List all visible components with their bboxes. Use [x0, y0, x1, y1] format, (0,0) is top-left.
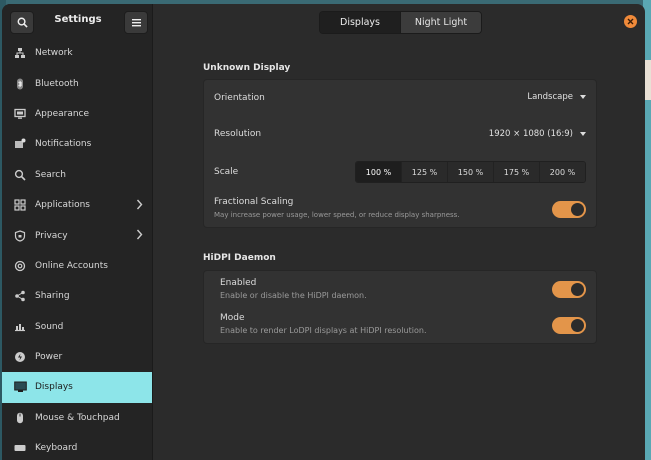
- sidebar-item-label: Search: [35, 169, 66, 180]
- chevron-down-icon: [580, 132, 586, 136]
- hamburger-icon: [131, 19, 141, 27]
- sidebar-item-keyboard[interactable]: Keyboard: [2, 433, 152, 460]
- chevron-right-icon: [136, 199, 143, 213]
- sidebar-item-label: Sound: [35, 321, 64, 332]
- scale-option-125[interactable]: 125 %: [401, 162, 447, 182]
- fractional-scaling-description: May increase power usage, lower speed, o…: [214, 211, 460, 219]
- display-settings-card: Orientation Landscape Resolution 1920 × …: [203, 79, 597, 228]
- hidpi-enabled-label: Enabled: [220, 278, 257, 288]
- appearance-icon: [13, 107, 27, 121]
- displays-icon: [13, 380, 27, 394]
- sidebar-item-label: Power: [35, 352, 63, 363]
- sidebar-item-applications[interactable]: Applications: [2, 190, 152, 220]
- sidebar-item-label: Sharing: [35, 291, 70, 302]
- toggle-knob: [571, 319, 584, 332]
- power-icon: [13, 350, 27, 364]
- sidebar-item-label: Online Accounts: [35, 260, 108, 271]
- sidebar-item-label: Appearance: [35, 108, 90, 119]
- hidpi-enabled-toggle[interactable]: [552, 281, 586, 298]
- app-title: Settings: [54, 14, 102, 25]
- sidebar-header: Settings: [2, 4, 152, 38]
- search-button[interactable]: [10, 11, 34, 34]
- bluetooth-icon: [13, 77, 27, 91]
- toggle-knob: [571, 203, 584, 216]
- sidebar-item-bluetooth[interactable]: Bluetooth: [2, 68, 152, 98]
- scale-option-100[interactable]: 100 %: [356, 162, 401, 182]
- fractional-scaling-label: Fractional Scaling: [214, 197, 294, 207]
- resolution-row: Resolution 1920 × 1080 (16:9): [214, 116, 586, 152]
- sidebar-item-label: Keyboard: [35, 443, 78, 454]
- resolution-dropdown[interactable]: 1920 × 1080 (16:9): [489, 129, 586, 139]
- sidebar-list: Network Bluetooth Appearance Notificatio…: [2, 38, 152, 460]
- scale-option-150[interactable]: 150 %: [447, 162, 493, 182]
- close-button[interactable]: [624, 15, 637, 28]
- sidebar-item-sharing[interactable]: Sharing: [2, 281, 152, 311]
- sidebar-item-sound[interactable]: Sound: [2, 312, 152, 342]
- hidpi-mode-row: Mode Enable to render LoDPI displays at …: [220, 307, 586, 343]
- sidebar-item-label: Mouse & Touchpad: [35, 412, 120, 423]
- notifications-icon: [13, 137, 27, 151]
- sidebar-item-search[interactable]: Search: [2, 160, 152, 190]
- network-icon: [13, 46, 27, 60]
- fractional-scaling-toggle[interactable]: [552, 201, 586, 218]
- hidpi-enabled-row: Enabled Enable or disable the HiDPI daem…: [220, 271, 586, 307]
- fractional-scaling-row: Fractional Scaling May increase power us…: [214, 188, 586, 226]
- hidpi-enabled-description: Enable or disable the HiDPI daemon.: [220, 291, 367, 300]
- sidebar-item-power[interactable]: Power: [2, 342, 152, 372]
- sidebar: Settings Network Bluetooth Appearance No…: [2, 4, 153, 460]
- hidpi-mode-label: Mode: [220, 313, 245, 323]
- mouse-icon: [13, 411, 27, 425]
- orientation-row: Orientation Landscape: [214, 80, 586, 116]
- header-bar: Displays Night Light: [153, 4, 645, 38]
- online-accounts-icon: [13, 259, 27, 273]
- chevron-right-icon: [136, 229, 143, 243]
- sharing-icon: [13, 289, 27, 303]
- menu-button[interactable]: [124, 11, 148, 34]
- sidebar-item-online-accounts[interactable]: Online Accounts: [2, 251, 152, 281]
- search-icon: [13, 168, 27, 182]
- orientation-dropdown[interactable]: Landscape: [527, 92, 586, 102]
- sidebar-item-privacy[interactable]: Privacy: [2, 220, 152, 250]
- keyboard-icon: [13, 441, 27, 455]
- view-switcher: Displays Night Light: [319, 11, 482, 34]
- tab-displays[interactable]: Displays: [320, 12, 400, 33]
- scale-row: Scale 100 % 125 % 150 % 175 % 200 %: [214, 152, 586, 188]
- sound-icon: [13, 320, 27, 334]
- sidebar-item-label: Network: [35, 48, 73, 59]
- orientation-label: Orientation: [214, 93, 265, 103]
- sidebar-item-mouse-touchpad[interactable]: Mouse & Touchpad: [2, 403, 152, 433]
- section-title-unknown-display: Unknown Display: [203, 63, 291, 73]
- scale-option-175[interactable]: 175 %: [493, 162, 539, 182]
- orientation-value: Landscape: [527, 92, 573, 102]
- toggle-knob: [571, 283, 584, 296]
- tab-night-light[interactable]: Night Light: [400, 12, 481, 33]
- search-icon: [17, 17, 28, 28]
- sidebar-item-label: Privacy: [35, 230, 68, 241]
- hidpi-settings-card: Enabled Enable or disable the HiDPI daem…: [203, 270, 597, 344]
- scale-option-200[interactable]: 200 %: [539, 162, 585, 182]
- scale-selector: 100 % 125 % 150 % 175 % 200 %: [355, 161, 586, 183]
- sidebar-item-appearance[interactable]: Appearance: [2, 99, 152, 129]
- resolution-label: Resolution: [214, 129, 262, 139]
- resolution-value: 1920 × 1080 (16:9): [488, 129, 573, 139]
- settings-window: Settings Network Bluetooth Appearance No…: [2, 4, 645, 460]
- sidebar-item-network[interactable]: Network: [2, 38, 152, 68]
- hidpi-mode-toggle[interactable]: [552, 317, 586, 334]
- applications-icon: [13, 198, 27, 212]
- sidebar-item-label: Bluetooth: [35, 78, 79, 89]
- sidebar-item-displays[interactable]: Displays: [2, 372, 152, 403]
- sidebar-item-label: Applications: [35, 200, 90, 211]
- chevron-down-icon: [580, 95, 586, 99]
- sidebar-item-label: Displays: [35, 382, 73, 393]
- sidebar-item-notifications[interactable]: Notifications: [2, 129, 152, 159]
- display-settings-panel: Unknown Display Orientation Landscape Re…: [153, 38, 645, 460]
- hidpi-mode-description: Enable to render LoDPI displays at HiDPI…: [220, 326, 427, 335]
- close-icon: [627, 18, 634, 25]
- sidebar-item-label: Notifications: [35, 139, 92, 150]
- scale-label: Scale: [214, 167, 239, 177]
- section-title-hidpi-daemon: HiDPI Daemon: [203, 253, 276, 263]
- privacy-icon: [13, 229, 27, 243]
